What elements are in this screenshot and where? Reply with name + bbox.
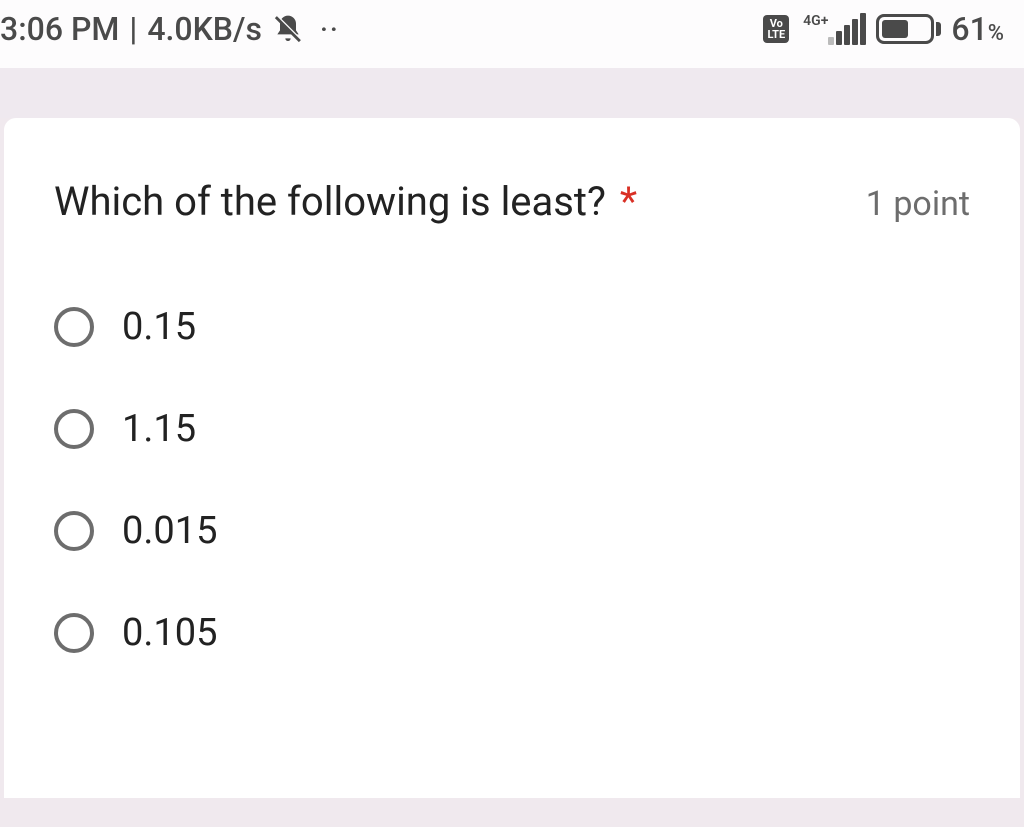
question-row: Which of the following is least? * 1 poi…	[54, 178, 970, 225]
battery-percent: 61%	[951, 10, 1004, 48]
bell-mute-icon	[272, 13, 304, 45]
option-0[interactable]: 0.15	[54, 305, 970, 349]
gap-bar	[0, 68, 1024, 118]
radio-icon	[54, 613, 94, 653]
status-right: Vo LTE 4G+ 61%	[763, 10, 1004, 48]
option-1[interactable]: 1.15	[54, 407, 970, 451]
network-generation: 4G+	[803, 13, 828, 29]
option-label: 0.015	[122, 509, 217, 553]
option-2[interactable]: 0.015	[54, 509, 970, 553]
question-text: Which of the following is least? *	[54, 178, 637, 225]
radio-icon	[54, 511, 94, 551]
clock-text: 3:06 PM	[0, 10, 119, 48]
status-bar: 3:06 PM | 4.0KB/s ·· Vo LTE 4G+	[0, 0, 1024, 68]
radio-icon	[54, 307, 94, 347]
data-rate: 4.0KB/s	[147, 10, 262, 48]
more-dots-icon: ··	[320, 13, 340, 46]
option-label: 1.15	[122, 407, 196, 451]
option-label: 0.15	[122, 305, 196, 349]
signal-bars-icon	[828, 17, 866, 45]
required-star-icon: *	[620, 178, 637, 225]
status-left: 3:06 PM | 4.0KB/s ··	[0, 10, 340, 48]
option-label: 0.105	[122, 611, 217, 655]
points-label: 1 point	[866, 184, 970, 224]
radio-icon	[54, 409, 94, 449]
question-card: Which of the following is least? * 1 poi…	[4, 118, 1020, 798]
volte-icon: Vo LTE	[763, 15, 789, 43]
separator: |	[129, 10, 137, 48]
option-3[interactable]: 0.105	[54, 611, 970, 655]
battery-icon	[876, 14, 941, 44]
